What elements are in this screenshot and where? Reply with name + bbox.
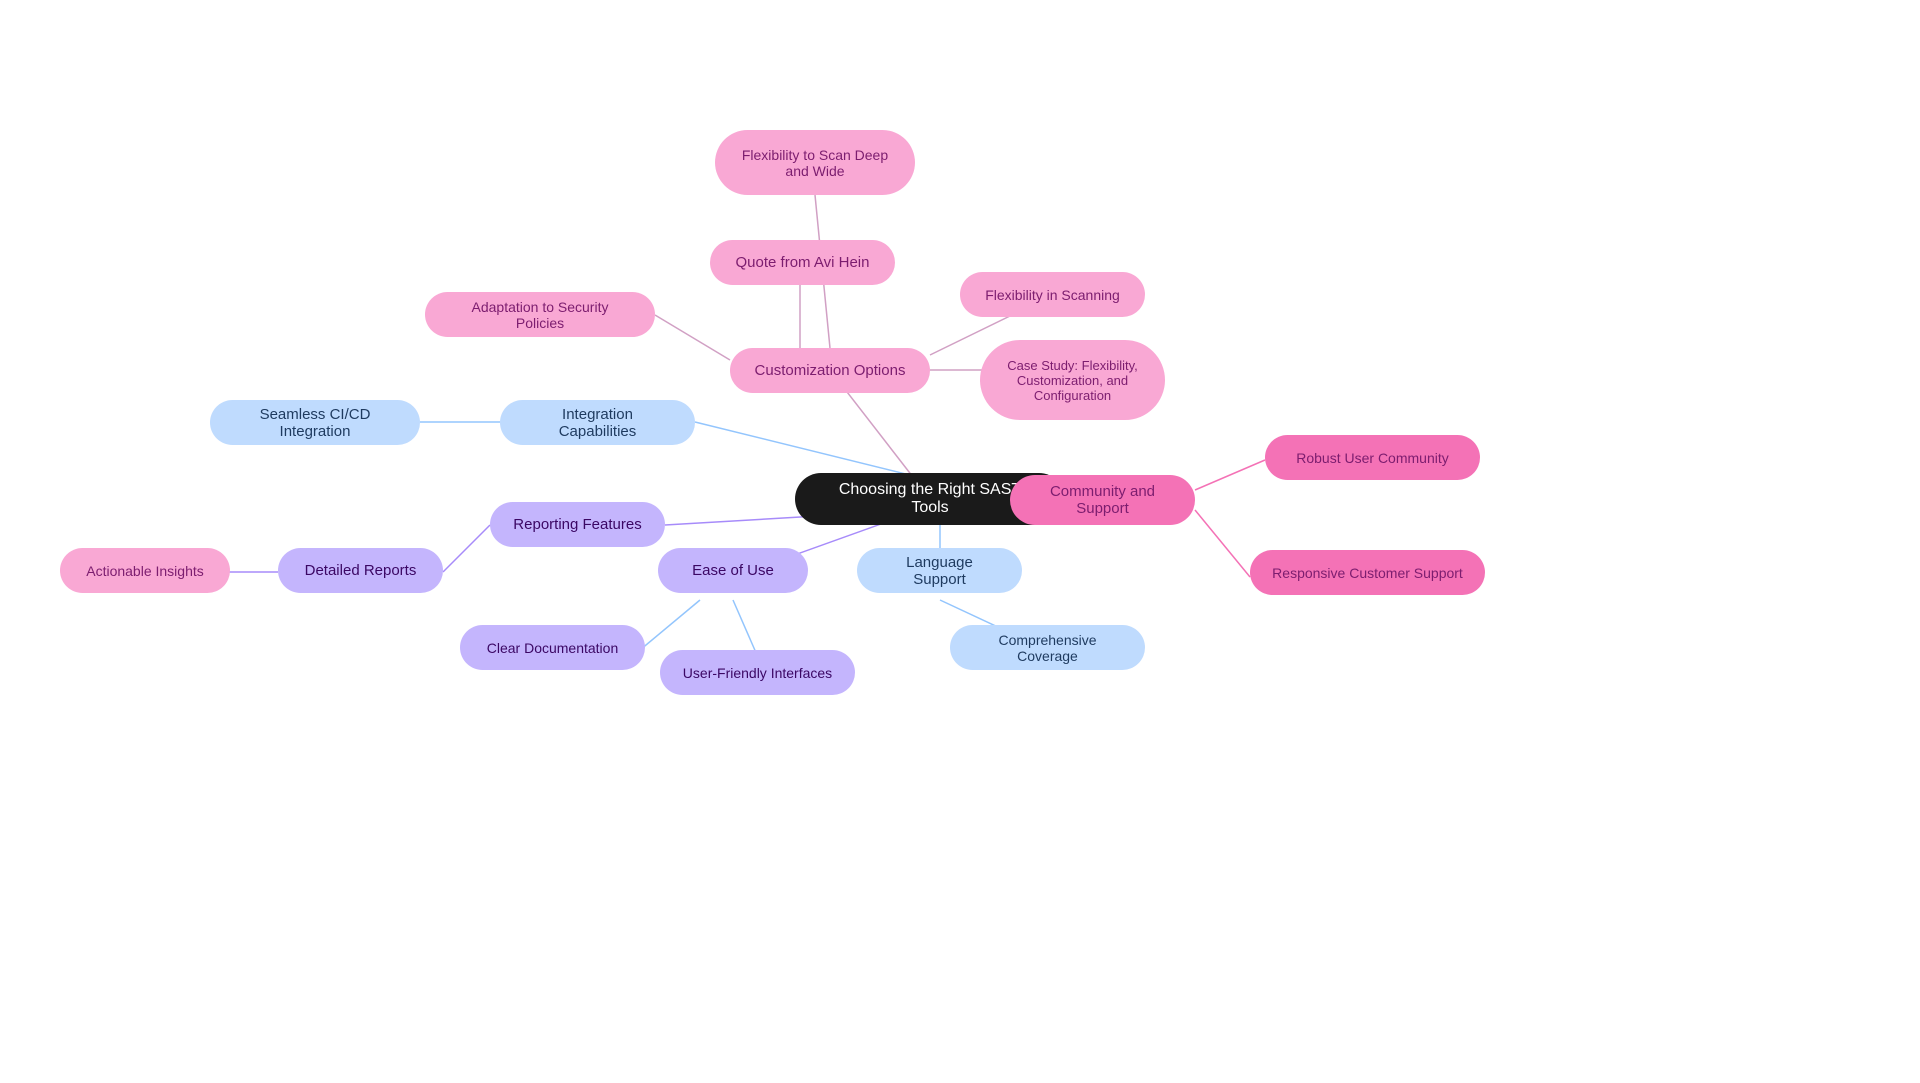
community-support-node[interactable]: Community and Support [1010,475,1195,525]
reporting-node[interactable]: Reporting Features [490,502,665,547]
user-friendly-node[interactable]: User-Friendly Interfaces [660,650,855,695]
comprehensive-node[interactable]: Comprehensive Coverage [950,625,1145,670]
seamless-cicd-node[interactable]: Seamless CI/CD Integration [210,400,420,445]
customization-node[interactable]: Customization Options [730,348,930,393]
flexibility-scanning-node[interactable]: Flexibility in Scanning [960,272,1145,317]
responsive-support-node[interactable]: Responsive Customer Support [1250,550,1485,595]
detailed-reports-node[interactable]: Detailed Reports [278,548,443,593]
integration-node[interactable]: Integration Capabilities [500,400,695,445]
language-support-node[interactable]: Language Support [857,548,1022,593]
clear-documentation-node[interactable]: Clear Documentation [460,625,645,670]
quote-avi-node[interactable]: Quote from Avi Hein [710,240,895,285]
actionable-insights-node[interactable]: Actionable Insights [60,548,230,593]
ease-of-use-node[interactable]: Ease of Use [658,548,808,593]
case-study-node[interactable]: Case Study: Flexibility, Customization, … [980,340,1165,420]
robust-community-node[interactable]: Robust User Community [1265,435,1480,480]
adaptation-node[interactable]: Adaptation to Security Policies [425,292,655,337]
flexibility-scan-node[interactable]: Flexibility to Scan Deep and Wide [715,130,915,195]
